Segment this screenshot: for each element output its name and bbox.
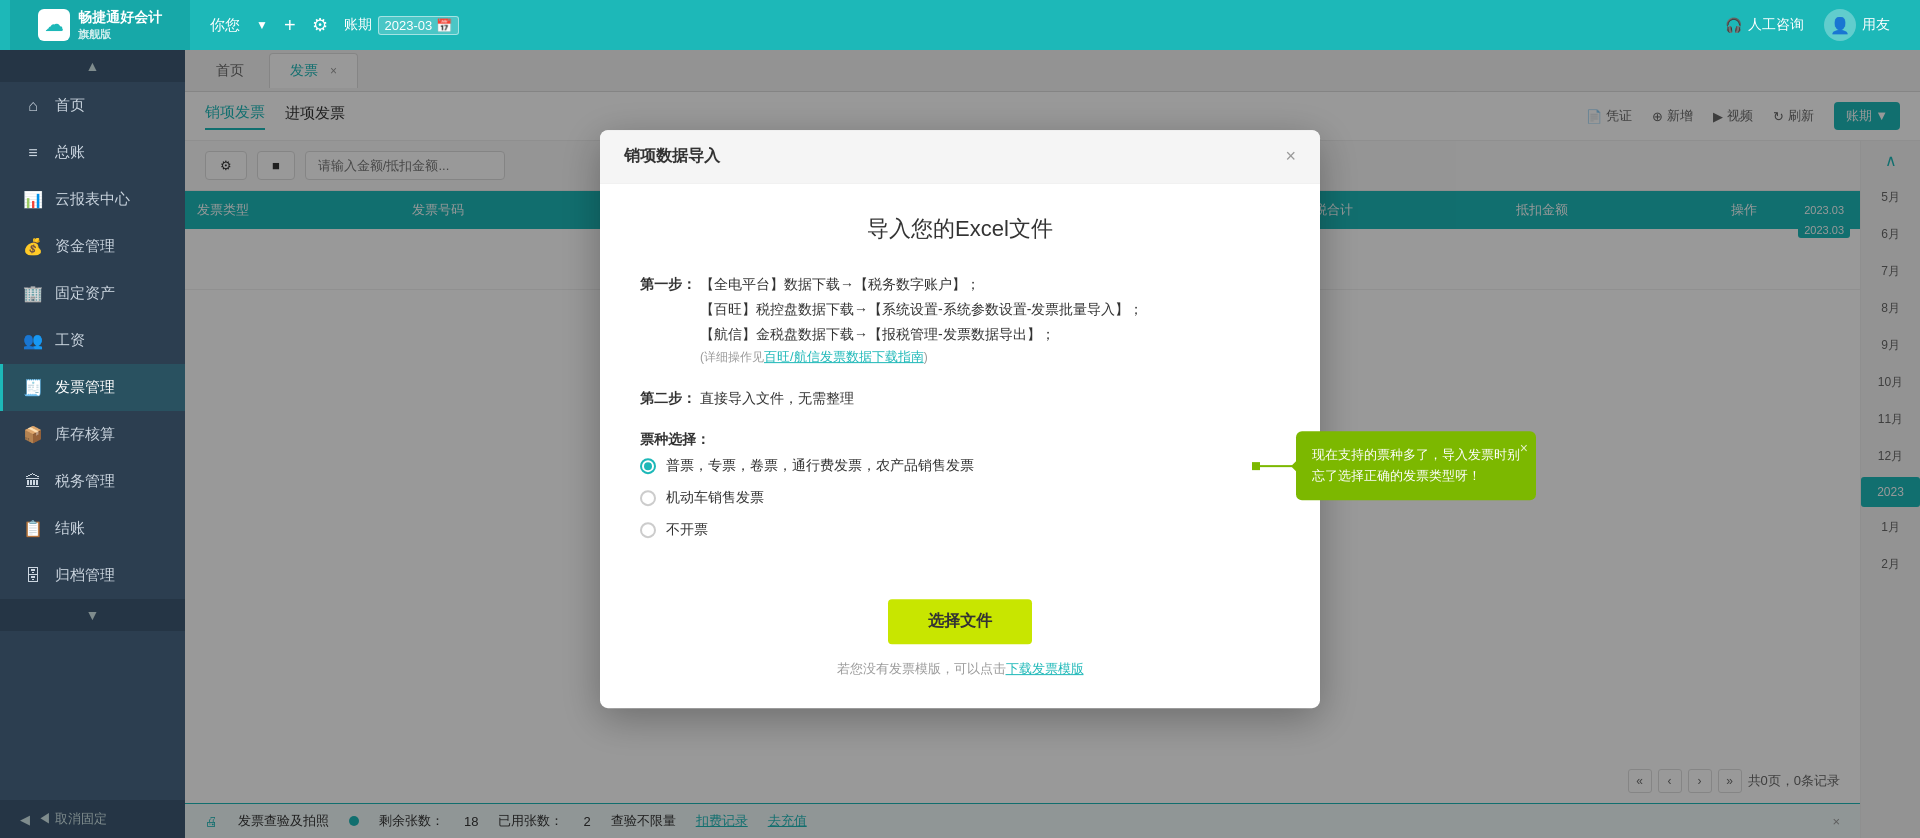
company-dropdown-icon[interactable]: ▼ <box>256 18 268 32</box>
import-modal: 销项数据导入 × 导入您的Excel文件 第一步： 【全电平台】数据下载→【税务… <box>600 130 1320 708</box>
step1-note: (详细操作见百旺/航信发票数据下载指南) <box>700 348 1280 366</box>
sidebar-item-archive[interactable]: 🗄 归档管理 <box>0 552 185 599</box>
sidebar-item-label: 结账 <box>55 519 85 538</box>
scroll-up-btn[interactable]: ▲ <box>0 50 185 82</box>
template-note: 若您没有发票模版，可以点击下载发票模版 <box>640 660 1280 678</box>
sidebar-item-home[interactable]: ⌂ 首页 <box>0 82 185 129</box>
topbar-right: 🎧 人工咨询 👤 用友 <box>1725 9 1910 41</box>
ticket-type-group: 票种选择： 普票，专票，卷票，通行费发票，农产品销售发票 × 现在支持的票种多了… <box>640 431 1280 539</box>
home-icon: ⌂ <box>23 97 43 115</box>
app-edition: 旗舰版 <box>78 27 162 42</box>
radio-label-motor: 机动车销售发票 <box>666 489 764 507</box>
invoice-icon: 🧾 <box>23 378 43 397</box>
select-file-button[interactable]: 选择文件 <box>888 599 1032 644</box>
support-button[interactable]: 🎧 人工咨询 <box>1725 16 1804 34</box>
avatar: 👤 <box>1824 9 1856 41</box>
tax-icon: 🏛 <box>23 473 43 491</box>
sidebar-item-label: 发票管理 <box>55 378 115 397</box>
modal-title: 销项数据导入 <box>624 146 720 167</box>
modal-footer: 选择文件 若您没有发票模版，可以点击下载发票模版 <box>600 589 1320 708</box>
add-tab-button[interactable]: + <box>284 14 296 37</box>
radio-btn-general[interactable] <box>640 458 656 474</box>
ticket-label: 票种选择： <box>640 431 710 447</box>
radio-no-invoice[interactable]: 不开票 <box>640 521 1280 539</box>
period-badge[interactable]: 2023-03 📅 <box>378 16 459 35</box>
payroll-icon: 👥 <box>23 331 43 350</box>
company-name[interactable]: 你您 <box>210 16 240 35</box>
step1-line3: 【航信】金税盘数据下载→【报税管理-发票数据导出】； <box>700 323 1280 348</box>
sidebar-item-label: 固定资产 <box>55 284 115 303</box>
modal-header: 销项数据导入 × <box>600 130 1320 184</box>
sidebar: ▲ ⌂ 首页 ≡ 总账 📊 云报表中心 💰 资金管理 🏢 固定资产 👥 工资 🧾… <box>0 50 185 838</box>
modal-main-title: 导入您的Excel文件 <box>640 214 1280 244</box>
topbar: ☁ 畅捷通好会计 旗舰版 你您 ▼ + ⚙ 账期 2023-03 📅 🎧 人工咨… <box>0 0 1920 50</box>
period-display: 账期 2023-03 📅 <box>344 16 459 35</box>
headset-icon: 🎧 <box>1725 17 1742 33</box>
step1-label: 第一步： <box>640 276 696 292</box>
archive-icon: 🗄 <box>23 567 43 585</box>
step2-content: 直接导入文件，无需整理 <box>700 390 854 406</box>
sidebar-item-assets[interactable]: 🏢 固定资产 <box>0 270 185 317</box>
step2-block: 第二步： 直接导入文件，无需整理 <box>640 386 1280 411</box>
sidebar-item-label: 首页 <box>55 96 85 115</box>
logo-icon: ☁ <box>38 9 70 41</box>
sidebar-item-settle[interactable]: 📋 结账 <box>0 505 185 552</box>
scroll-down-btn[interactable]: ▼ <box>0 599 185 631</box>
pin-icon: ◀ <box>20 812 30 827</box>
step1-block: 第一步： 【全电平台】数据下载→【税务数字账户】； 【百旺】税控盘数据下载→【系… <box>640 272 1280 366</box>
tooltip-bubble: × 现在支持的票种多了，导入发票时别忘了选择正确的发票类型呀！ <box>1296 431 1536 501</box>
step1-line2: 【百旺】税控盘数据下载→【系统设置-系统参数设置-发票批量导入】； <box>700 297 1280 322</box>
radio-btn-no-invoice[interactable] <box>640 522 656 538</box>
reports-icon: 📊 <box>23 190 43 209</box>
sidebar-item-label: 资金管理 <box>55 237 115 256</box>
radio-label-no-invoice: 不开票 <box>666 521 708 539</box>
tooltip-text: 现在支持的票种多了，导入发票时别忘了选择正确的发票类型呀！ <box>1312 447 1520 483</box>
template-download-link[interactable]: 下载发票模版 <box>1006 661 1084 676</box>
topbar-center: 你您 ▼ + ⚙ 账期 2023-03 📅 <box>190 14 1725 37</box>
cancel-pin-button[interactable]: ◀ ◀ 取消固定 <box>0 800 185 838</box>
app-logo: ☁ 畅捷通好会计 旗舰版 <box>10 0 190 50</box>
ledger-icon: ≡ <box>23 144 43 162</box>
settings-icon[interactable]: ⚙ <box>312 14 328 36</box>
sidebar-item-invoice[interactable]: 🧾 发票管理 <box>0 364 185 411</box>
assets-icon: 🏢 <box>23 284 43 303</box>
step1-line1: 【全电平台】数据下载→【税务数字账户】； <box>700 276 980 292</box>
step2-label: 第二步： <box>640 390 696 406</box>
tooltip-close-btn[interactable]: × <box>1520 437 1528 459</box>
modal-body: 导入您的Excel文件 第一步： 【全电平台】数据下载→【税务数字账户】； 【百… <box>600 184 1320 589</box>
sidebar-item-ledger[interactable]: ≡ 总账 <box>0 129 185 176</box>
app-name: 畅捷通好会计 <box>78 9 162 27</box>
sidebar-item-reports[interactable]: 📊 云报表中心 <box>0 176 185 223</box>
sidebar-item-tax[interactable]: 🏛 税务管理 <box>0 458 185 505</box>
sidebar-item-label: 库存核算 <box>55 425 115 444</box>
user-menu[interactable]: 👤 用友 <box>1824 9 1890 41</box>
guide-link[interactable]: 百旺/航信发票数据下载指南 <box>764 349 924 364</box>
radio-general[interactable]: 普票，专票，卷票，通行费发票，农产品销售发票 × 现在支持的票种多了，导入发票时… <box>640 457 1280 475</box>
sidebar-item-inventory[interactable]: 📦 库存核算 <box>0 411 185 458</box>
radio-btn-motor[interactable] <box>640 490 656 506</box>
funds-icon: 💰 <box>23 237 43 256</box>
sidebar-item-payroll[interactable]: 👥 工资 <box>0 317 185 364</box>
radio-label-general: 普票，专票，卷票，通行费发票，农产品销售发票 <box>666 457 974 475</box>
radio-motor[interactable]: 机动车销售发票 <box>640 489 1280 507</box>
sidebar-item-label: 归档管理 <box>55 566 115 585</box>
settle-icon: 📋 <box>23 519 43 538</box>
inventory-icon: 📦 <box>23 425 43 444</box>
sidebar-item-funds[interactable]: 💰 资金管理 <box>0 223 185 270</box>
modal-close-button[interactable]: × <box>1285 146 1296 167</box>
sidebar-item-label: 税务管理 <box>55 472 115 491</box>
sidebar-item-label: 云报表中心 <box>55 190 130 209</box>
sidebar-item-label: 工资 <box>55 331 85 350</box>
sidebar-item-label: 总账 <box>55 143 85 162</box>
